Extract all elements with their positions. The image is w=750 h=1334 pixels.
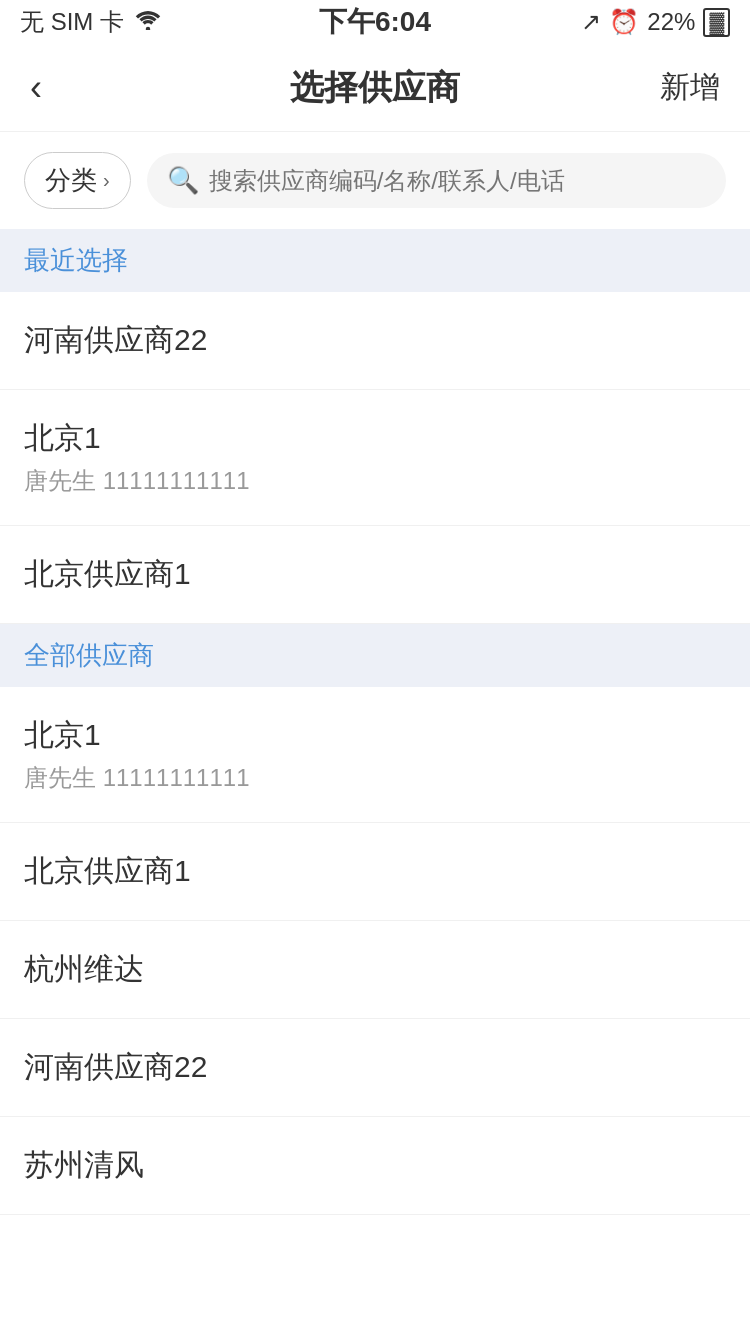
recent-list: 河南供应商22 北京1 唐先生 11111111111 北京供应商1	[0, 292, 750, 624]
all-list: 北京1 唐先生 11111111111 北京供应商1 杭州维达河南供应商22 苏州清风	[0, 687, 750, 1215]
item-name: 北京供应商1	[24, 851, 726, 892]
item-name: 北京1	[24, 418, 726, 459]
wifi-icon	[134, 8, 162, 36]
search-icon: 🔍	[167, 165, 199, 196]
alarm-icon: ⏰	[609, 8, 639, 36]
svg-point-0	[146, 27, 150, 30]
category-button[interactable]: 分类 ›	[24, 152, 131, 209]
search-box[interactable]: 🔍	[147, 153, 726, 208]
battery-text: 22%	[647, 8, 695, 36]
no-sim-text: 无 SIM 卡	[20, 6, 124, 38]
status-left: 无 SIM 卡	[20, 6, 162, 38]
page-title: 选择供应商	[290, 65, 460, 111]
item-name: 河南供应商22	[24, 1047, 726, 1088]
status-right: ↗ ⏰ 22% ▓	[581, 8, 730, 37]
list-item[interactable]: 北京供应商1	[0, 823, 750, 921]
recent-section-header: 最近选择	[0, 229, 750, 292]
item-sub: 唐先生 11111111111	[24, 465, 726, 497]
list-item[interactable]: 苏州清风	[0, 1117, 750, 1215]
item-name: 苏州清风	[24, 1145, 726, 1186]
list-item[interactable]: 北京1 唐先生 11111111111	[0, 687, 750, 823]
location-icon: ↗	[581, 8, 601, 36]
new-action-button[interactable]: 新增	[660, 67, 720, 108]
back-button[interactable]: ‹	[30, 67, 90, 109]
search-input[interactable]	[209, 167, 706, 195]
list-item[interactable]: 河南供应商22	[0, 1019, 750, 1117]
list-item[interactable]: 北京供应商1	[0, 526, 750, 624]
item-name: 北京供应商1	[24, 554, 726, 595]
chevron-right-icon: ›	[103, 169, 110, 192]
status-bar: 无 SIM 卡 下午6:04 ↗ ⏰ 22% ▓	[0, 0, 750, 44]
item-sub: 唐先生 11111111111	[24, 762, 726, 794]
category-label: 分类	[45, 163, 97, 198]
filter-bar: 分类 › 🔍	[0, 132, 750, 229]
list-item[interactable]: 河南供应商22	[0, 292, 750, 390]
list-item[interactable]: 北京1 唐先生 11111111111	[0, 390, 750, 526]
list-item[interactable]: 杭州维达	[0, 921, 750, 1019]
item-name: 杭州维达	[24, 949, 726, 990]
all-section-header: 全部供应商	[0, 624, 750, 687]
battery-icon: ▓	[703, 8, 730, 37]
nav-bar: ‹ 选择供应商 新增	[0, 44, 750, 132]
status-time: 下午6:04	[319, 3, 431, 41]
item-name: 河南供应商22	[24, 320, 726, 361]
item-name: 北京1	[24, 715, 726, 756]
